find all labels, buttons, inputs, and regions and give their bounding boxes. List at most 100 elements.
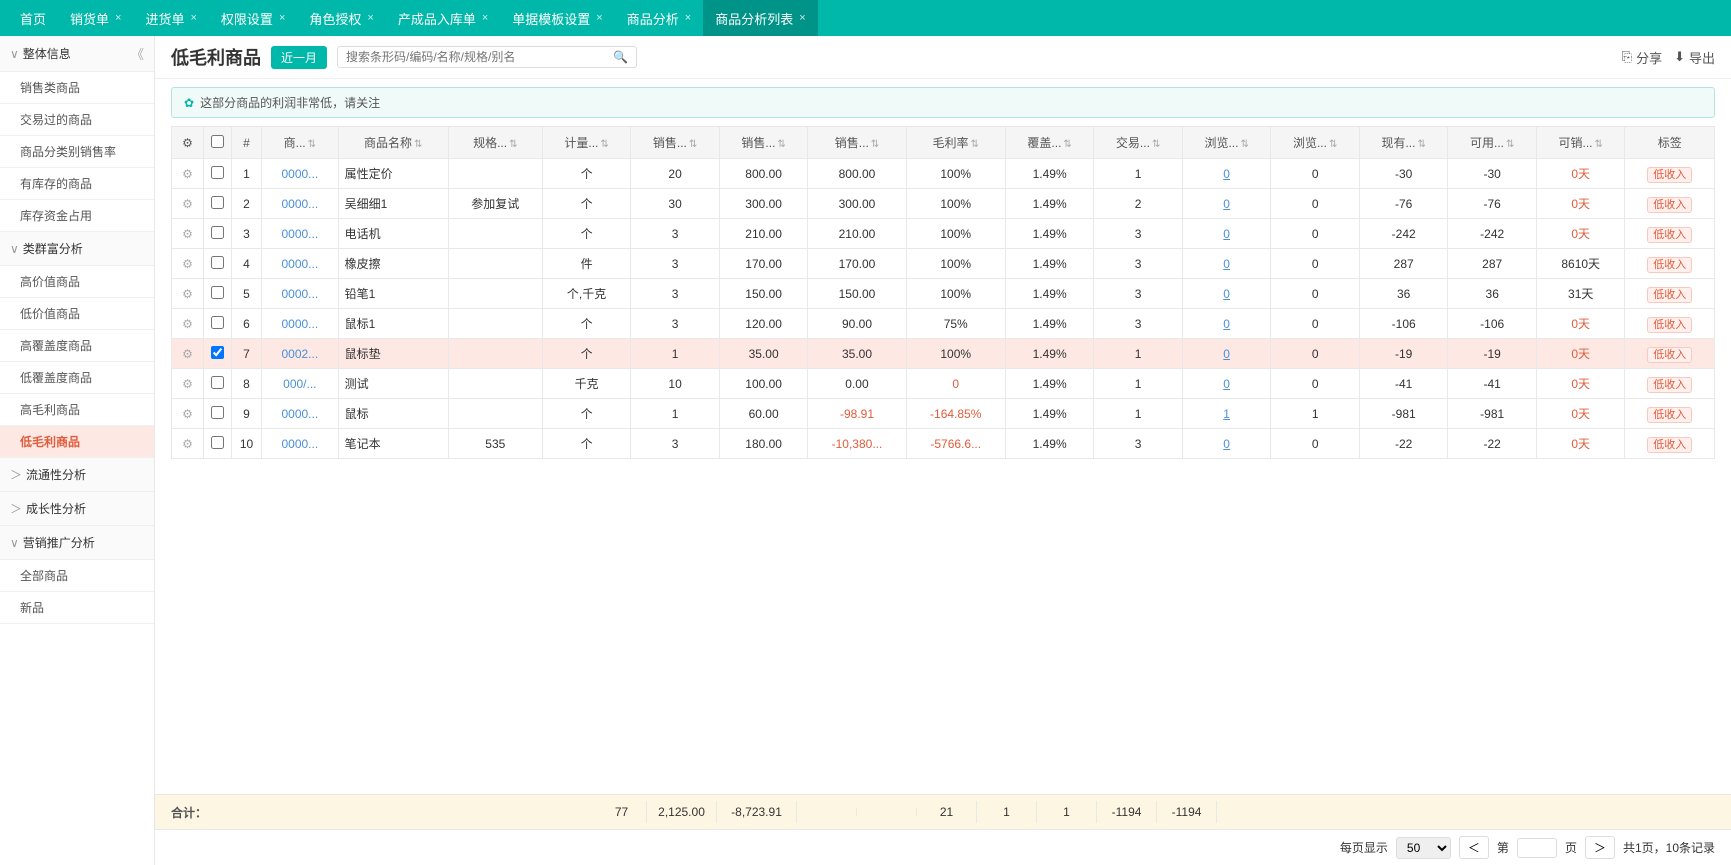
row-checkbox[interactable] [211,376,224,389]
sort-arrows-saleable[interactable]: ⇅ [1595,139,1603,150]
row-check[interactable] [204,189,232,219]
row-check[interactable] [204,339,232,369]
row-settings[interactable]: ⚙ [172,309,204,339]
row-check[interactable] [204,219,232,249]
row-checkbox[interactable] [211,346,224,359]
nav-role-auth[interactable]: 角色授权 × [297,0,385,36]
sidebar-group-header-overall[interactable]: ∨ 整体信息 《 [0,36,154,72]
sort-arrows-sales-profit[interactable]: ⇅ [871,139,879,150]
row-settings[interactable]: ⚙ [172,249,204,279]
sidebar-item-in-stock-goods[interactable]: 有库存的商品 [0,168,154,200]
sort-arrows-code[interactable]: ⇅ [308,139,316,150]
nav-home[interactable]: 首页 [8,0,58,36]
row-settings[interactable]: ⚙ [172,369,204,399]
prev-page-button[interactable]: ＜ [1459,836,1489,859]
row-check[interactable] [204,159,232,189]
row-checkbox[interactable] [211,166,224,179]
close-template-settings-icon[interactable]: × [596,12,602,24]
sidebar-group-header-cluster[interactable]: ∨ 类群富分析 [0,232,154,266]
row-checkbox[interactable] [211,196,224,209]
sort-arrows-spec[interactable]: ⇅ [509,139,517,150]
next-page-button[interactable]: ＞ [1585,836,1615,859]
nav-sales-order[interactable]: 销货单 × [58,0,133,36]
sort-arrows-sales-amt[interactable]: ⇅ [777,139,785,150]
row-settings[interactable]: ⚙ [172,339,204,369]
sort-arrows-available[interactable]: ⇅ [1506,139,1514,150]
close-purchase-order-icon[interactable]: × [190,12,196,24]
col-check[interactable] [204,127,232,159]
sort-arrows-unit[interactable]: ⇅ [600,139,608,150]
row-view1[interactable]: 0 [1182,219,1271,249]
search-icon[interactable]: 🔍 [613,50,628,64]
sidebar-item-low-value[interactable]: 低价值商品 [0,298,154,330]
sidebar-item-low-coverage[interactable]: 低覆盖度商品 [0,362,154,394]
sidebar-item-high-margin[interactable]: 高毛利商品 [0,394,154,426]
sidebar-group-header-growth[interactable]: ＞ 成长性分析 [0,492,154,526]
nav-goods-analysis[interactable]: 商品分析 × [615,0,703,36]
close-role-auth-icon[interactable]: × [367,12,373,24]
close-product-entry-icon[interactable]: × [482,12,488,24]
row-check[interactable] [204,279,232,309]
row-view1[interactable]: 0 [1182,159,1271,189]
row-check[interactable] [204,249,232,279]
row-checkbox[interactable] [211,316,224,329]
sort-arrows-coverage[interactable]: ⇅ [1063,139,1071,150]
row-view1[interactable]: 0 [1182,189,1271,219]
sidebar-collapse-icon[interactable]: 《 [131,44,144,63]
row-settings[interactable]: ⚙ [172,219,204,249]
row-check[interactable] [204,369,232,399]
nav-permission[interactable]: 权限设置 × [209,0,297,36]
row-view1[interactable]: 0 [1182,249,1271,279]
row-view1[interactable]: 1 [1182,399,1271,429]
sidebar-group-header-marketing[interactable]: ∨ 营销推广分析 [0,526,154,560]
sidebar-item-category-sales-rate[interactable]: 商品分类别销售率 [0,136,154,168]
sort-arrows-sales-qty[interactable]: ⇅ [689,139,697,150]
row-view1[interactable]: 0 [1182,309,1271,339]
row-view1[interactable]: 0 [1182,339,1271,369]
row-checkbox[interactable] [211,406,224,419]
row-checkbox[interactable] [211,286,224,299]
export-button[interactable]: ⬇ 导出 [1674,48,1715,67]
sidebar-item-high-coverage[interactable]: 高覆盖度商品 [0,330,154,362]
sidebar-item-new-goods[interactable]: 新品 [0,592,154,624]
nav-product-entry[interactable]: 产成品入库单 × [386,0,500,36]
row-view1[interactable]: 0 [1182,429,1271,459]
row-check[interactable] [204,399,232,429]
row-settings[interactable]: ⚙ [172,159,204,189]
close-sales-order-icon[interactable]: × [115,12,121,24]
row-check[interactable] [204,309,232,339]
sidebar-item-stock-funds[interactable]: 库存资金占用 [0,200,154,232]
col-settings[interactable]: ⚙ [172,127,204,159]
sort-arrows-view2[interactable]: ⇅ [1329,139,1337,150]
sidebar-item-low-margin[interactable]: 低毛利商品 [0,426,154,458]
row-settings[interactable]: ⚙ [172,189,204,219]
row-checkbox[interactable] [211,436,224,449]
page-number-input[interactable]: 1 [1517,838,1557,858]
row-check[interactable] [204,429,232,459]
sort-arrows-current-stock[interactable]: ⇅ [1417,139,1425,150]
row-view1[interactable]: 0 [1182,369,1271,399]
nav-template-settings[interactable]: 单据模板设置 × [500,0,614,36]
search-input[interactable] [346,50,609,64]
page-size-select[interactable]: 50 100 200 [1396,837,1451,859]
row-checkbox[interactable] [211,256,224,269]
share-button[interactable]: ⎘ 分享 [1622,48,1662,67]
sidebar-item-high-value[interactable]: 高价值商品 [0,266,154,298]
sidebar-item-sales-goods[interactable]: 销售类商品 [0,72,154,104]
select-all-checkbox[interactable] [211,135,224,148]
sort-arrows-name[interactable]: ⇅ [414,139,422,150]
row-checkbox[interactable] [211,226,224,239]
sidebar-item-traded-goods[interactable]: 交易过的商品 [0,104,154,136]
close-permission-icon[interactable]: × [279,12,285,24]
sidebar-group-header-flow[interactable]: ＞ 流通性分析 [0,458,154,492]
date-filter-button[interactable]: 近一月 [271,46,327,69]
close-goods-analysis-list-icon[interactable]: × [799,12,805,24]
sort-arrows-transaction[interactable]: ⇅ [1152,139,1160,150]
nav-goods-analysis-list[interactable]: 商品分析列表 × [703,0,817,36]
row-settings[interactable]: ⚙ [172,279,204,309]
row-settings[interactable]: ⚙ [172,429,204,459]
sidebar-item-all-goods[interactable]: 全部商品 [0,560,154,592]
sort-arrows-view1[interactable]: ⇅ [1240,139,1248,150]
sort-arrows-gross-margin[interactable]: ⇅ [971,139,979,150]
row-settings[interactable]: ⚙ [172,399,204,429]
